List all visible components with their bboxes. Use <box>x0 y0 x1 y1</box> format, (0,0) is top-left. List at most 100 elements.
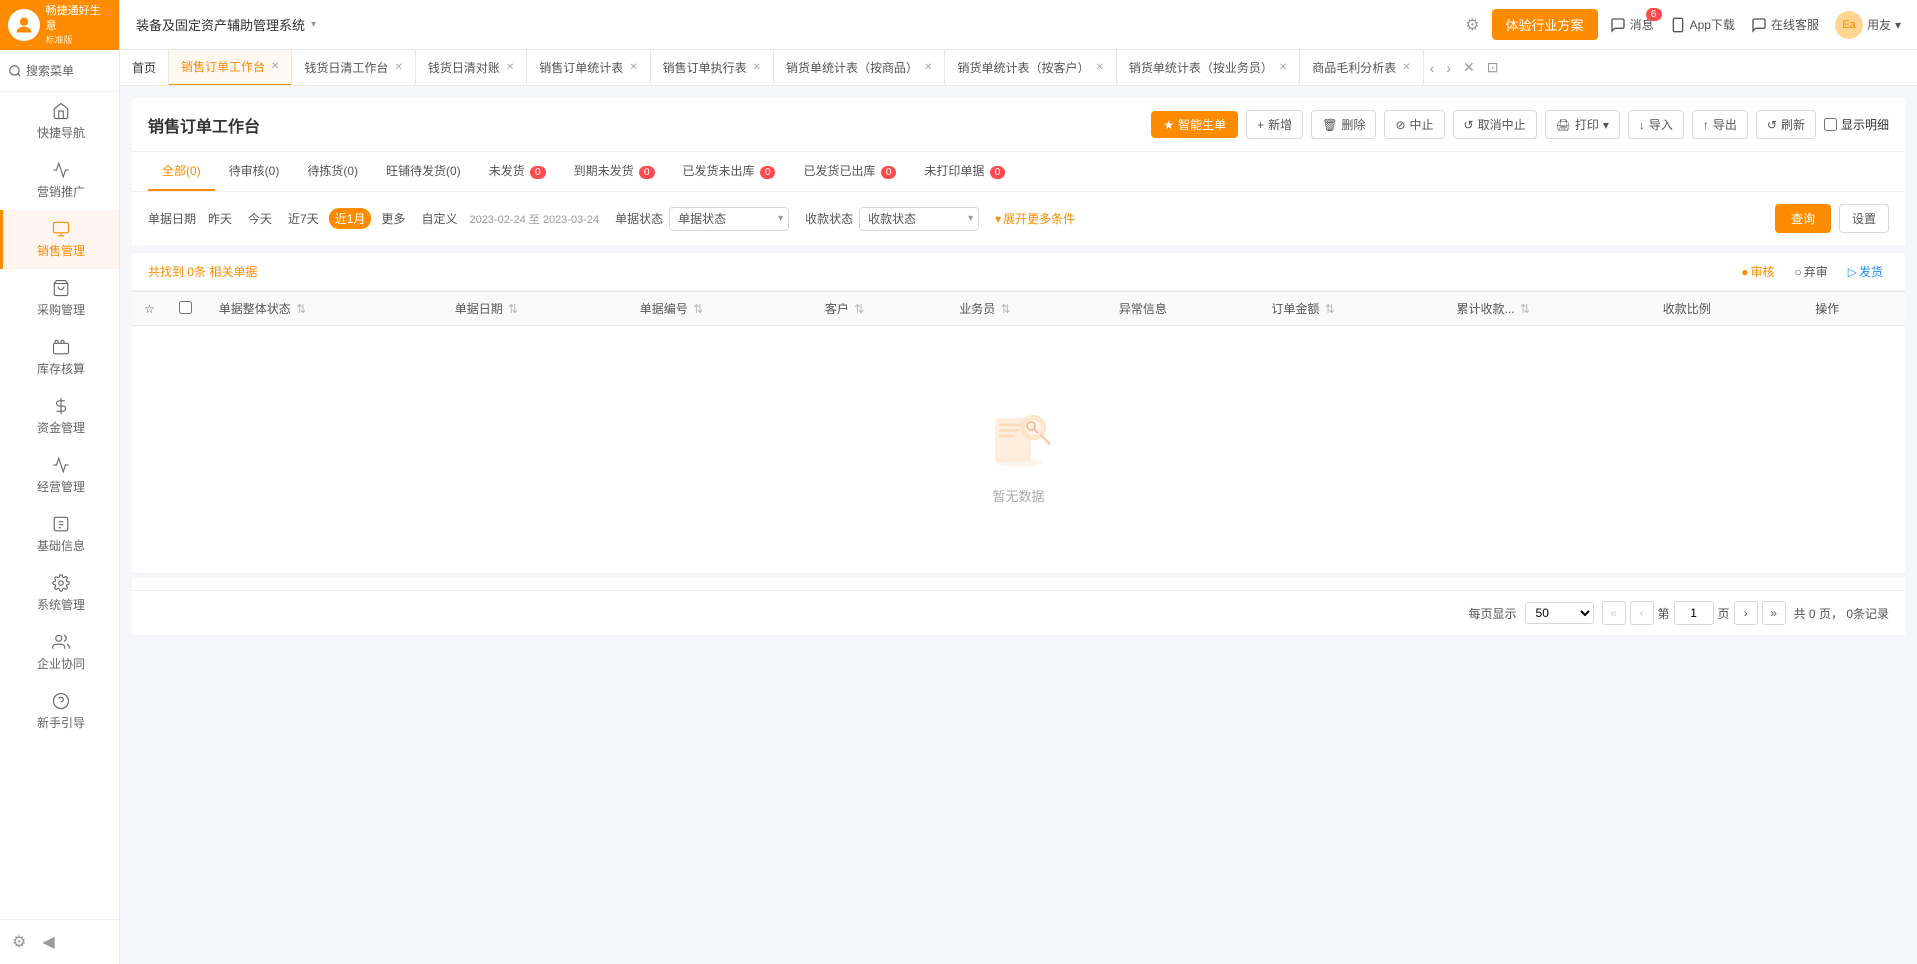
page-size-select[interactable]: 50 10 20 30 100 <box>1525 602 1594 624</box>
tab-cash-reconcile[interactable]: 钱货日清对账 ✕ <box>416 50 527 86</box>
tab-cash-daily-label: 钱货日清工作台 <box>304 59 388 76</box>
header-gear-icon[interactable]: ⚙ <box>1465 15 1479 35</box>
new-btn[interactable]: + 新增 <box>1246 110 1303 139</box>
status-select[interactable]: 单据状态 <box>669 207 789 231</box>
sidebar-nav-operations[interactable]: 经营管理 <box>0 446 119 505</box>
sort-number-icon[interactable]: ⇅ <box>693 302 703 316</box>
tab-sale-stat-customer[interactable]: 销货单统计表（按客户） ✕ <box>945 50 1116 86</box>
tab-cash-daily[interactable]: 钱货日清工作台 ✕ <box>292 50 415 86</box>
set-btn[interactable]: 设置 <box>1839 204 1889 233</box>
tab-product-margin-close[interactable]: ✕ <box>1402 62 1410 73</box>
tab-sales-workbench-close[interactable]: ✕ <box>271 61 279 72</box>
tab-product-margin[interactable]: 商品毛利分析表 ✕ <box>1300 50 1423 86</box>
sub-tab-all[interactable]: 全部(0) <box>148 152 215 191</box>
sub-tab-not-shipped[interactable]: 未发货 0 <box>475 152 560 191</box>
user-area[interactable]: Ea 用友 ▾ <box>1835 11 1901 39</box>
horizontal-scrollbar[interactable] <box>132 578 1905 590</box>
sidebar-nav-system[interactable]: 系统管理 <box>0 564 119 623</box>
th-amount: 订单金额 ⇅ <box>1259 292 1444 326</box>
expand-btn[interactable]: ▾ 展开更多条件 <box>995 210 1075 227</box>
date-btn-yesterday[interactable]: 昨天 <box>202 208 238 229</box>
tab-nav-next[interactable]: › <box>1440 50 1457 86</box>
refresh-btn[interactable]: ↺ 刷新 <box>1756 110 1816 139</box>
app-download-action[interactable]: App下载 <box>1670 16 1735 33</box>
import-btn[interactable]: ↓ 导入 <box>1628 110 1684 139</box>
industry-btn[interactable]: 体验行业方案 <box>1492 9 1598 40</box>
sub-tab-not-printed[interactable]: 未打印单据 0 <box>910 152 1019 191</box>
online-service-action[interactable]: 在线客服 <box>1751 16 1819 33</box>
th-collected-label: 累计收款... <box>1456 302 1514 316</box>
sidebar-search-btn[interactable]: 搜索菜单 <box>8 58 111 83</box>
sub-tab-shipped-out[interactable]: 已发货已出库 0 <box>789 152 910 191</box>
sub-tab-all-label: 全部(0) <box>162 164 201 178</box>
sub-tab-pending-inspect[interactable]: 待拣货(0) <box>293 152 372 191</box>
show-detail-label[interactable]: 显示明细 <box>1824 116 1889 133</box>
date-btn-custom[interactable]: 自定义 <box>415 208 463 229</box>
tab-nav-close-all[interactable]: ✕ <box>1457 50 1481 86</box>
sort-customer-icon[interactable]: ⇅ <box>854 302 864 316</box>
system-title-area: 装备及固定资产辅助管理系统 ▾ <box>136 15 1453 34</box>
delete-btn[interactable]: 🗑 删除 <box>1311 110 1376 139</box>
sort-date-icon[interactable]: ⇅ <box>508 302 518 316</box>
pagination-page-input[interactable] <box>1674 601 1714 625</box>
tab-nav-expand[interactable]: ⊡ <box>1481 50 1505 86</box>
date-btn-7days[interactable]: 近7天 <box>282 208 325 229</box>
sidebar-nav-finance[interactable]: 资金管理 <box>0 387 119 446</box>
print-btn[interactable]: 🖨 打印 ▾ <box>1545 110 1620 139</box>
date-btn-today[interactable]: 今天 <box>242 208 278 229</box>
tab-sale-stat-staff[interactable]: 销货单统计表（按业务员） ✕ <box>1117 50 1300 86</box>
sort-collected-icon[interactable]: ⇅ <box>1520 302 1530 316</box>
tab-nav-prev[interactable]: ‹ <box>1424 50 1441 86</box>
payment-select[interactable]: 收款状态 <box>859 207 979 231</box>
tab-sales-stat-close[interactable]: ✕ <box>629 62 637 73</box>
tab-sale-stat-staff-close[interactable]: ✕ <box>1279 62 1287 73</box>
query-btn[interactable]: 查询 <box>1775 204 1831 233</box>
action-ship-btn[interactable]: ▷ 发货 <box>1842 261 1889 282</box>
sidebar-nav-purchase[interactable]: 采购管理 <box>0 269 119 328</box>
cancel-suspend-btn[interactable]: ↺ 取消中止 <box>1453 110 1537 139</box>
sort-status-icon[interactable]: ⇅ <box>296 302 306 316</box>
action-review-btn[interactable]: ● 审核 <box>1735 261 1780 282</box>
sidebar-nav-sales[interactable]: 销售管理 <box>0 210 119 269</box>
export-btn[interactable]: ↑ 导出 <box>1692 110 1748 139</box>
sub-tab-shipped-not-out[interactable]: 已发货未出库 0 <box>669 152 790 191</box>
message-action[interactable]: 消息 6 <box>1610 16 1654 33</box>
date-btn-1month[interactable]: 近1月 <box>329 208 372 229</box>
sub-tab-wangpu[interactable]: 旺铺待发货(0) <box>372 152 475 191</box>
sidebar-nav-inventory[interactable]: 库存核算 <box>0 328 119 387</box>
sort-staff-icon[interactable]: ⇅ <box>1001 302 1011 316</box>
tab-home[interactable]: 首页 <box>120 50 169 86</box>
select-all-checkbox[interactable] <box>179 301 192 314</box>
sub-tab-expired-not-shipped[interactable]: 到期未发货 0 <box>560 152 669 191</box>
sidebar-nav-basic[interactable]: 基础信息 <box>0 505 119 564</box>
tab-cash-reconcile-close[interactable]: ✕ <box>506 62 514 73</box>
sidebar-collapse-btn[interactable]: ◀ <box>38 928 58 956</box>
action-cancel-btn[interactable]: ○ 弃审 <box>1788 261 1833 282</box>
tab-cash-daily-close[interactable]: ✕ <box>394 62 402 73</box>
sidebar-nav-quicknav[interactable]: 快捷导航 <box>0 92 119 151</box>
total-records: 0条记录 <box>1846 607 1889 621</box>
pagination-last-btn[interactable]: » <box>1762 601 1786 625</box>
th-date-label: 单据日期 <box>455 302 503 316</box>
tab-sales-workbench[interactable]: 销售订单工作台 ✕ <box>169 50 292 86</box>
smart-btn[interactable]: ★ 智能生单 <box>1151 111 1238 138</box>
suspend-icon: ⊘ <box>1395 118 1405 132</box>
sidebar-settings-btn[interactable]: ⚙ <box>8 928 30 956</box>
sort-amount-icon[interactable]: ⇅ <box>1325 302 1335 316</box>
tab-sales-stat[interactable]: 销售订单统计表 ✕ <box>527 50 650 86</box>
show-detail-checkbox[interactable] <box>1824 118 1837 131</box>
tab-sale-stat-customer-close[interactable]: ✕ <box>1095 62 1103 73</box>
pagination-first-btn[interactable]: « <box>1602 601 1626 625</box>
sidebar-nav-guide[interactable]: 新手引导 <box>0 682 119 741</box>
tab-sales-exec-close[interactable]: ✕ <box>753 62 761 73</box>
suspend-btn[interactable]: ⊘ 中止 <box>1384 110 1444 139</box>
sidebar-nav-enterprise[interactable]: 企业协同 <box>0 623 119 682</box>
date-btn-more[interactable]: 更多 <box>375 208 411 229</box>
sub-tab-pending-review[interactable]: 待审核(0) <box>215 152 294 191</box>
tab-sale-stat-product[interactable]: 销货单统计表（按商品） ✕ <box>774 50 945 86</box>
tab-sales-exec[interactable]: 销售订单执行表 ✕ <box>651 50 774 86</box>
sidebar-nav-marketing[interactable]: 营销推广 <box>0 151 119 210</box>
tab-sale-stat-product-close[interactable]: ✕ <box>924 62 932 73</box>
pagination-prev-btn[interactable]: ‹ <box>1630 601 1654 625</box>
pagination-next-btn[interactable]: › <box>1734 601 1758 625</box>
